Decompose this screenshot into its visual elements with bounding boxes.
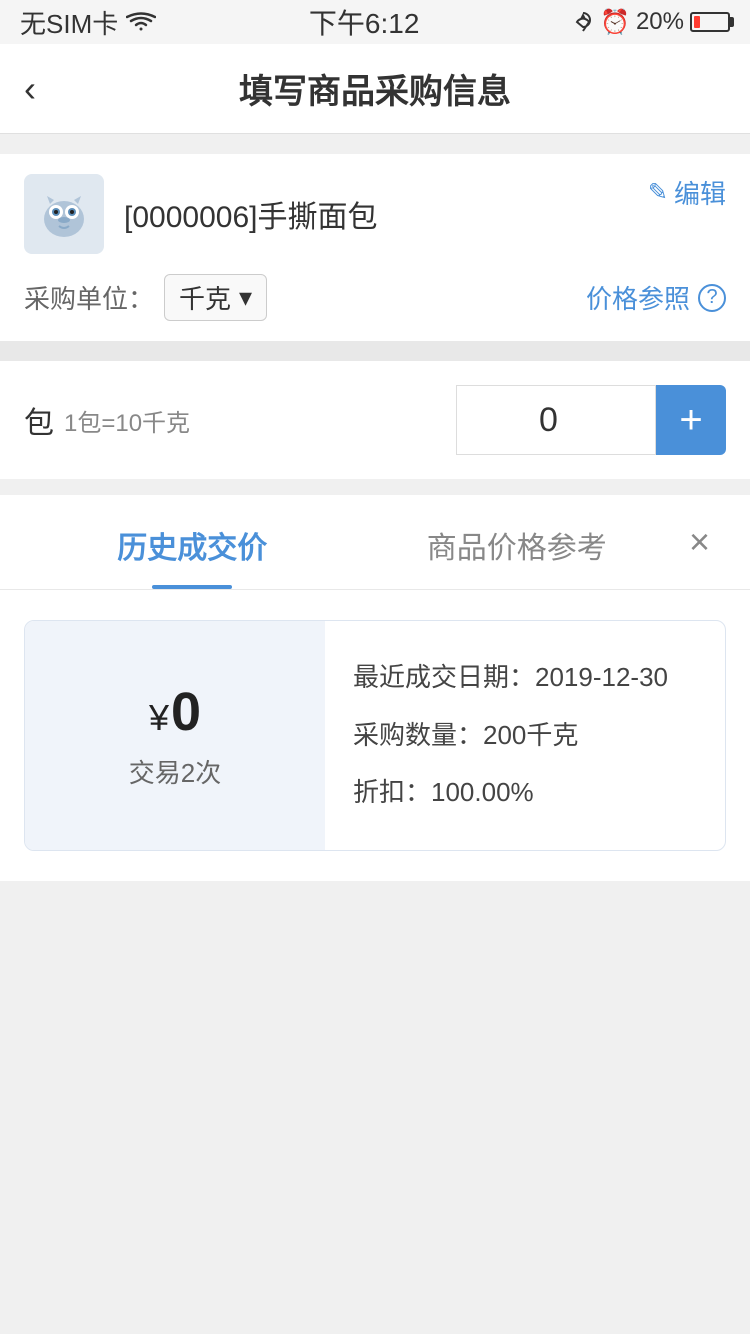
main-content: [0000006]手撕面包 ✎ 编辑 采购单位： 千克 ▾ 价格参照 ? bbox=[0, 154, 750, 954]
edit-icon: ✎ bbox=[648, 178, 668, 207]
price-detail-quantity: 采购数量：200千克 bbox=[353, 715, 697, 757]
wifi-icon bbox=[126, 11, 156, 33]
edit-button[interactable]: ✎ 编辑 bbox=[648, 174, 726, 211]
product-logo bbox=[34, 184, 94, 244]
back-button[interactable]: ‹ bbox=[24, 68, 36, 110]
product-left: [0000006]手撕面包 bbox=[24, 174, 377, 254]
product-card: [0000006]手撕面包 ✎ 编辑 采购单位： 千克 ▾ 价格参照 ? bbox=[0, 154, 750, 341]
unit-badge: 包 bbox=[24, 398, 54, 442]
price-card-left: ¥0 交易2次 bbox=[25, 621, 325, 850]
quantity-row: 包 1包=10千克 + bbox=[0, 361, 750, 479]
price-ref-button[interactable]: 价格参照 ? bbox=[586, 279, 726, 316]
product-unit-row: 采购单位： 千克 ▾ 价格参照 ? bbox=[24, 274, 726, 321]
chevron-down-icon: ▾ bbox=[239, 282, 252, 313]
tabs-header: 历史成交价 商品价格参考 × bbox=[0, 495, 750, 590]
quantity-input-group: + bbox=[456, 385, 726, 455]
quantity-label-group: 包 1包=10千克 bbox=[24, 398, 190, 442]
nav-bar: ‹ 填写商品采购信息 bbox=[0, 44, 750, 134]
price-card: ¥0 交易2次 最近成交日期：2019-12-30 采购数量：200千克 折扣：… bbox=[24, 620, 726, 851]
unit-sub: 1包=10千克 bbox=[64, 403, 190, 438]
price-currency: ¥ bbox=[149, 697, 169, 738]
tab-product-price[interactable]: 商品价格参考 bbox=[354, 495, 678, 589]
tabs-container: 历史成交价 商品价格参考 × ¥0 交易2次 最近成交日期：2019-12-30 bbox=[0, 495, 750, 881]
status-icons: ⏰ 20% bbox=[572, 8, 730, 37]
price-detail-discount: 折扣：100.00% bbox=[353, 772, 697, 814]
quantity-input[interactable] bbox=[456, 385, 656, 455]
quantity-plus-button[interactable]: + bbox=[656, 385, 726, 455]
tab-history-price[interactable]: 历史成交价 bbox=[30, 495, 354, 589]
price-detail-date: 最近成交日期：2019-12-30 bbox=[353, 657, 697, 699]
status-carrier: 无SIM卡 bbox=[20, 4, 156, 41]
tab-content: ¥0 交易2次 最近成交日期：2019-12-30 采购数量：200千克 折扣：… bbox=[0, 590, 750, 881]
status-time: 下午6:12 bbox=[309, 2, 420, 42]
page-title: 填写商品采购信息 bbox=[239, 64, 511, 113]
unit-selector[interactable]: 千克 ▾ bbox=[164, 274, 267, 321]
product-name: [0000006]手撕面包 bbox=[124, 192, 377, 236]
location-icon bbox=[572, 11, 594, 33]
battery-icon bbox=[690, 12, 730, 32]
product-image bbox=[24, 174, 104, 254]
price-amount: ¥0 bbox=[149, 681, 201, 743]
tab-close-button[interactable]: × bbox=[679, 511, 720, 573]
battery-percent: 20% bbox=[636, 8, 684, 36]
price-transactions: 交易2次 bbox=[129, 753, 221, 790]
product-header: [0000006]手撕面包 ✎ 编辑 bbox=[24, 174, 726, 254]
alarm-icon: ⏰ bbox=[600, 8, 630, 37]
help-icon: ? bbox=[698, 284, 726, 312]
price-card-right: 最近成交日期：2019-12-30 采购数量：200千克 折扣：100.00% bbox=[325, 621, 725, 850]
section-divider bbox=[0, 341, 750, 361]
status-bar: 无SIM卡 下午6:12 ⏰ 20% bbox=[0, 0, 750, 44]
unit-label: 采购单位： bbox=[24, 279, 154, 316]
